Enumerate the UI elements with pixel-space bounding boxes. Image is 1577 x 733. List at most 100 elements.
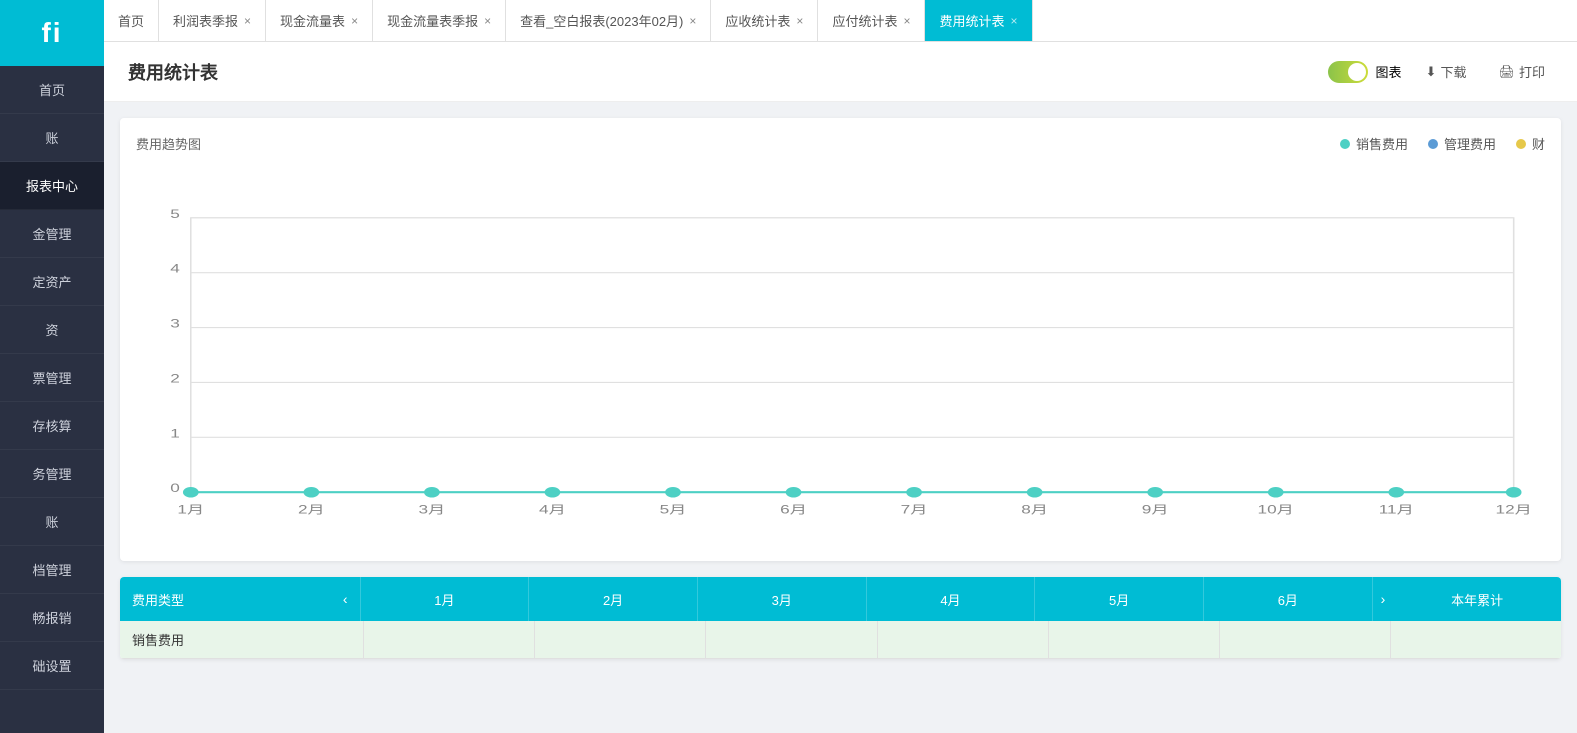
td-type: 销售费用 [120, 621, 364, 658]
tab-close-blank-report[interactable]: × [689, 14, 696, 28]
tab-payable-stat[interactable]: 应付统计表 × [818, 0, 925, 41]
legend-admin: 管理费用 [1428, 134, 1496, 153]
tab-close-cashflow[interactable]: × [351, 14, 358, 28]
th-m6: 6月 [1204, 577, 1373, 621]
svg-text:11月: 11月 [1379, 504, 1414, 517]
main-area: 首页 利润表季报 × 现金流量表 × 现金流量表季报 × 查看_空白报表(202… [104, 0, 1577, 733]
tab-blank-report[interactable]: 查看_空白报表(2023年02月) × [506, 0, 711, 41]
tab-close-payable-stat[interactable]: × [903, 14, 910, 28]
legend-label-finance: 财 [1532, 134, 1545, 153]
sidebar-item-report[interactable]: 报表中心 [0, 162, 104, 210]
legend-sales: 销售费用 [1340, 134, 1408, 153]
tab-cashflow[interactable]: 现金流量表 × [266, 0, 373, 41]
page-header: 费用统计表 图表 ⬇ 下载 🖨 打印 [104, 42, 1577, 102]
legend-dot-finance [1516, 139, 1526, 149]
th-m3: 3月 [698, 577, 867, 621]
legend-label-sales: 销售费用 [1356, 134, 1408, 153]
table-row: 销售费用 [120, 621, 1561, 659]
td-m4 [878, 621, 1049, 658]
print-button[interactable]: 🖨 打印 [1490, 58, 1553, 85]
tab-cashflow-quarter[interactable]: 现金流量表季报 × [373, 0, 506, 41]
sidebar-item-sales[interactable]: 畅报销 [0, 594, 104, 642]
sidebar-item-fixed-assets[interactable]: 定资产 [0, 258, 104, 306]
chart-toggle-label: 图表 [1376, 62, 1402, 81]
download-label: 下载 [1440, 62, 1466, 81]
td-m5 [1049, 621, 1220, 658]
sidebar-item-payable[interactable]: 账 [0, 498, 104, 546]
sidebar-item-ledger[interactable]: 账 [0, 114, 104, 162]
sidebar-item-archive[interactable]: 档管理 [0, 546, 104, 594]
svg-text:10月: 10月 [1258, 504, 1294, 517]
td-m3 [706, 621, 877, 658]
chart-container: 0 1 2 3 4 5 [136, 165, 1545, 545]
td-m6 [1220, 621, 1391, 658]
svg-text:1月: 1月 [177, 504, 204, 517]
chart-legend: 销售费用 管理费用 财 [1340, 134, 1545, 153]
th-type-label: 费用类型 [132, 590, 184, 609]
legend-label-admin: 管理费用 [1444, 134, 1496, 153]
chart-title: 费用趋势图 [136, 134, 201, 153]
sidebar-item-invoice[interactable]: 票管理 [0, 354, 104, 402]
svg-text:8月: 8月 [1021, 504, 1048, 517]
svg-text:5: 5 [170, 208, 180, 221]
svg-text:6月: 6月 [780, 504, 807, 517]
legend-dot-admin [1428, 139, 1438, 149]
svg-text:4: 4 [170, 263, 180, 276]
svg-text:3月: 3月 [418, 504, 445, 517]
page-title: 费用统计表 [128, 59, 218, 85]
download-icon: ⬇ [1426, 64, 1437, 80]
download-button[interactable]: ⬇ 下载 [1418, 58, 1475, 85]
svg-text:0: 0 [170, 483, 180, 496]
header-actions: 图表 ⬇ 下载 🖨 打印 [1328, 58, 1553, 85]
td-m2 [535, 621, 706, 658]
svg-text:1: 1 [170, 428, 180, 441]
tab-close-receivable[interactable]: × [796, 14, 803, 28]
sidebar-item-investment[interactable]: 资 [0, 306, 104, 354]
tab-bar: 首页 利润表季报 × 现金流量表 × 现金流量表季报 × 查看_空白报表(202… [104, 0, 1577, 42]
legend-finance: 财 [1516, 134, 1545, 153]
sidebar: fi 首页 账 报表中心 金管理 定资产 资 票管理 存核算 务管理 账 档管理… [0, 0, 104, 733]
svg-text:2: 2 [170, 373, 180, 386]
print-label: 打印 [1519, 62, 1545, 81]
th-type: 费用类型 ‹ [120, 577, 361, 621]
td-m1 [364, 621, 535, 658]
chart-header: 费用趋势图 销售费用 管理费用 财 [136, 134, 1545, 153]
chart-section: 费用趋势图 销售费用 管理费用 财 [120, 118, 1561, 561]
th-ytd: 本年累计 [1393, 577, 1561, 621]
tab-expense[interactable]: 费用统计表 × [925, 0, 1032, 41]
sidebar-item-home[interactable]: 首页 [0, 66, 104, 114]
tab-close-cashflow-quarter[interactable]: × [484, 14, 491, 28]
next-months-button[interactable]: › [1373, 591, 1394, 607]
tab-receivable[interactable]: 应收统计表 × [711, 0, 818, 41]
table-header-row: 费用类型 ‹ 1月 2月 3月 4月 5月 6月 › 本年累计 [120, 577, 1561, 621]
sidebar-item-fund[interactable]: 金管理 [0, 210, 104, 258]
td-ytd [1391, 621, 1561, 658]
sidebar-logo: fi [0, 0, 104, 66]
chart-toggle[interactable] [1328, 61, 1368, 83]
th-m1: 1月 [361, 577, 530, 621]
sidebar-item-service[interactable]: 务管理 [0, 450, 104, 498]
tab-close-profit[interactable]: × [244, 14, 251, 28]
svg-text:9月: 9月 [1142, 504, 1169, 517]
svg-text:5月: 5月 [660, 504, 687, 517]
print-icon: 🖨 [1498, 64, 1515, 80]
th-m2: 2月 [529, 577, 698, 621]
chart-toggle-wrapper[interactable]: 图表 [1328, 61, 1402, 83]
chart-svg: 0 1 2 3 4 5 [136, 165, 1545, 545]
tab-close-expense[interactable]: × [1010, 14, 1017, 28]
svg-text:2月: 2月 [298, 504, 325, 517]
svg-text:7月: 7月 [901, 504, 928, 517]
tab-home[interactable]: 首页 [104, 0, 159, 41]
th-m4: 4月 [867, 577, 1036, 621]
sidebar-item-settings[interactable]: 础设置 [0, 642, 104, 690]
content-area: 费用统计表 图表 ⬇ 下载 🖨 打印 费用趋势图 [104, 42, 1577, 733]
prev-months-button[interactable]: ‹ [343, 591, 348, 607]
th-m5: 5月 [1035, 577, 1204, 621]
table-section: 费用类型 ‹ 1月 2月 3月 4月 5月 6月 › 本年累计 销售费用 [120, 577, 1561, 659]
svg-text:3: 3 [170, 318, 180, 331]
svg-text:12月: 12月 [1496, 504, 1532, 517]
legend-dot-sales [1340, 139, 1350, 149]
sidebar-item-inventory[interactable]: 存核算 [0, 402, 104, 450]
tab-profit[interactable]: 利润表季报 × [159, 0, 266, 41]
svg-text:4月: 4月 [539, 504, 566, 517]
